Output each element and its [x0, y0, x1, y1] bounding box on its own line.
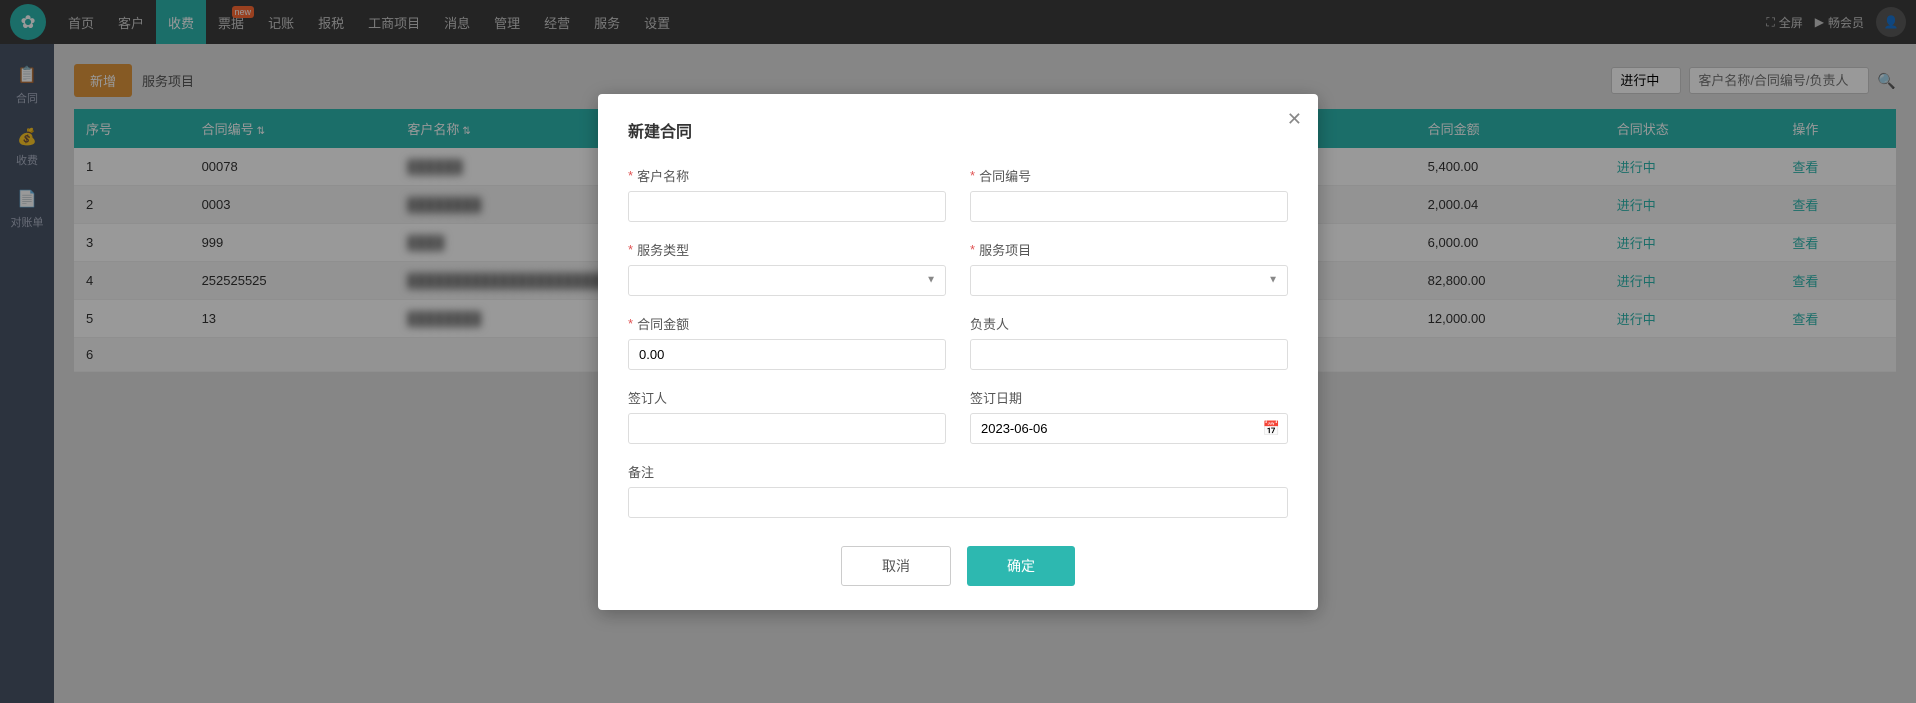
service-type-select-wrap: [628, 265, 946, 296]
responsible-person-label: 负责人: [970, 314, 1288, 333]
sign-date-label: 签订日期: [970, 388, 1288, 407]
dialog-footer: 取消 确定: [628, 546, 1288, 586]
customer-name-input[interactable]: [628, 191, 946, 222]
form-group-responsible: 负责人: [970, 314, 1288, 370]
contract-no-label: * 合同编号: [970, 166, 1288, 185]
sign-date-wrap: 📅: [970, 413, 1288, 444]
dialog-title: 新建合同: [628, 118, 1288, 142]
required-star-5: *: [628, 316, 633, 331]
dialog-close-button[interactable]: ✕: [1287, 110, 1302, 128]
form-group-amount: * 合同金额: [628, 314, 946, 370]
required-star-3: *: [628, 242, 633, 257]
modal-overlay: ✕ 新建合同 * 客户名称 * 合同编号 *: [0, 0, 1916, 703]
form-group-service-type: * 服务类型: [628, 240, 946, 296]
form-row-2: * 服务类型 * 服务项目: [628, 240, 1288, 296]
service-item-select-wrap: [970, 265, 1288, 296]
signer-label: 签订人: [628, 388, 946, 407]
form-group-remark: 备注: [628, 462, 1288, 518]
form-group-contract-no: * 合同编号: [970, 166, 1288, 222]
required-star-2: *: [970, 168, 975, 183]
form-row-3: * 合同金额 负责人: [628, 314, 1288, 370]
form-group-customer: * 客户名称: [628, 166, 946, 222]
form-row-1: * 客户名称 * 合同编号: [628, 166, 1288, 222]
form-group-sign-date: 签订日期 📅: [970, 388, 1288, 444]
form-row-5: 备注: [628, 462, 1288, 518]
remark-input[interactable]: [628, 487, 1288, 518]
remark-label: 备注: [628, 462, 1288, 481]
form-group-signer: 签订人: [628, 388, 946, 444]
required-star-4: *: [970, 242, 975, 257]
service-item-select[interactable]: [970, 265, 1288, 296]
sign-date-input[interactable]: [970, 413, 1288, 444]
form-group-service-item: * 服务项目: [970, 240, 1288, 296]
contract-amount-label: * 合同金额: [628, 314, 946, 333]
service-type-label: * 服务类型: [628, 240, 946, 259]
confirm-button[interactable]: 确定: [967, 546, 1075, 586]
signer-input[interactable]: [628, 413, 946, 444]
calendar-icon[interactable]: 📅: [1263, 420, 1280, 437]
responsible-person-input[interactable]: [970, 339, 1288, 370]
required-star: *: [628, 168, 633, 183]
cancel-button[interactable]: 取消: [841, 546, 951, 586]
new-contract-dialog: ✕ 新建合同 * 客户名称 * 合同编号 *: [598, 94, 1318, 610]
form-row-4: 签订人 签订日期 📅: [628, 388, 1288, 444]
contract-no-input[interactable]: [970, 191, 1288, 222]
service-type-select[interactable]: [628, 265, 946, 296]
contract-amount-input[interactable]: [628, 339, 946, 370]
service-item-label: * 服务项目: [970, 240, 1288, 259]
customer-name-label: * 客户名称: [628, 166, 946, 185]
